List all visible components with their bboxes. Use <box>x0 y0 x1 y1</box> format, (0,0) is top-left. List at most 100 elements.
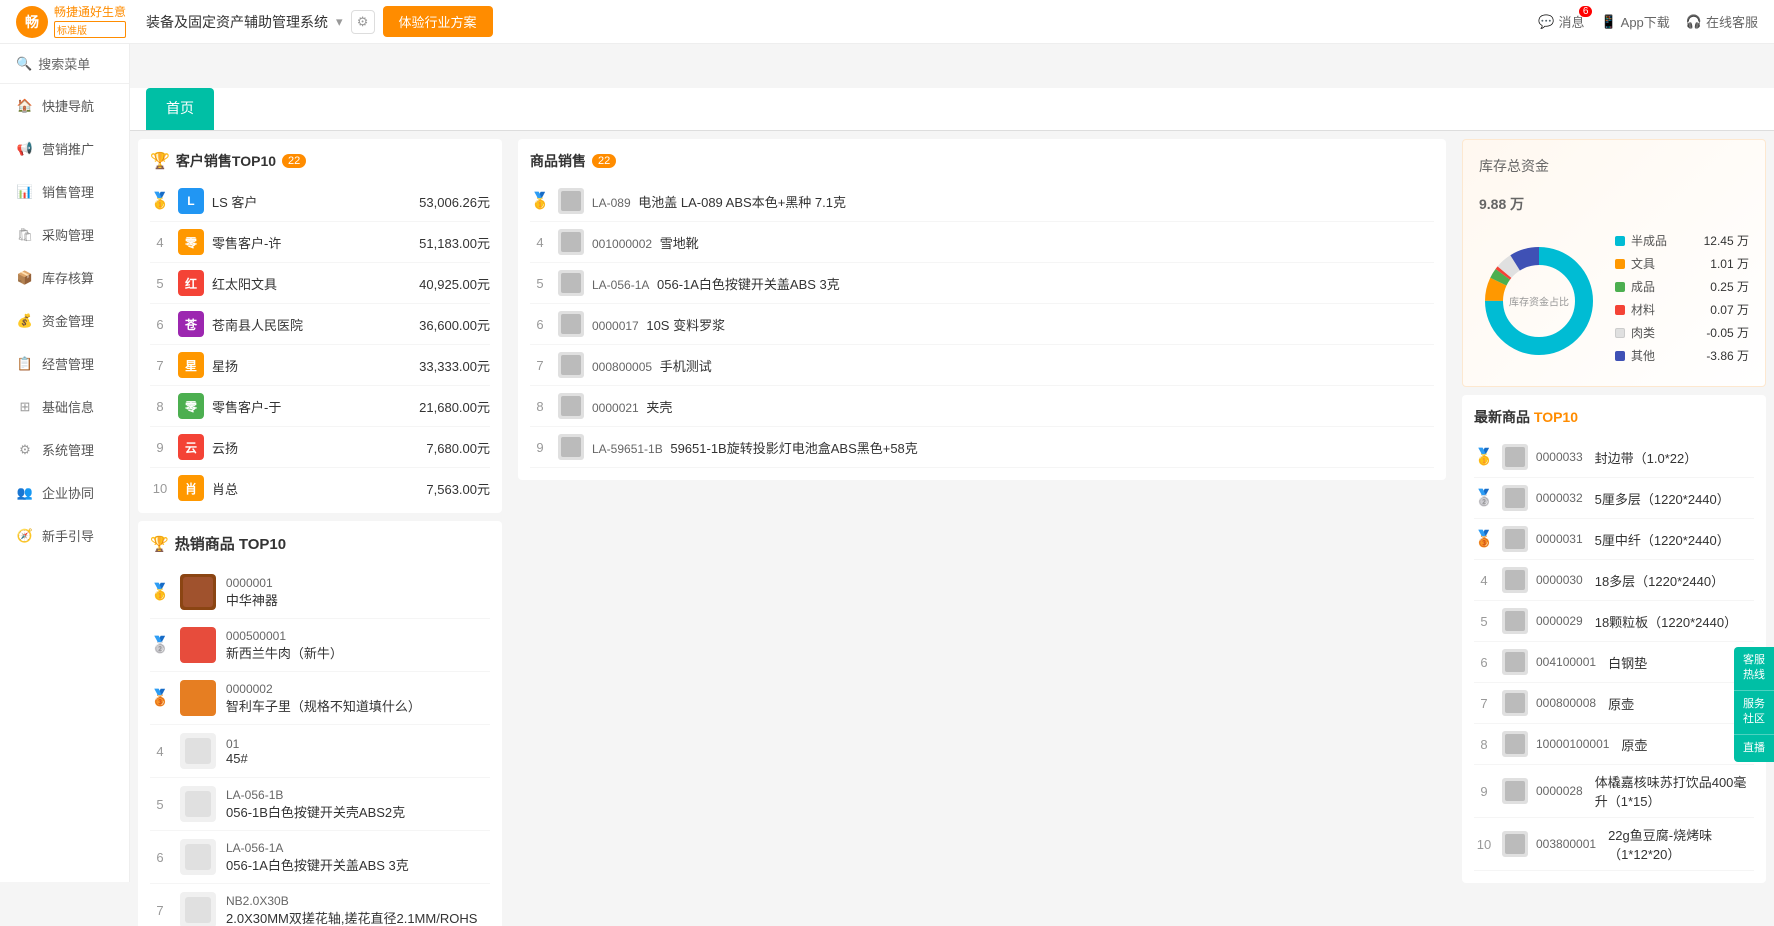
product-code: 0000029 <box>1536 614 1583 628</box>
dropdown-icon[interactable]: ▾ <box>336 14 343 30</box>
inventory-unit: 万 <box>1506 196 1524 212</box>
trial-button[interactable]: 体验行业方案 <box>383 6 493 37</box>
product-code: LA-59651-1B <box>592 442 663 456</box>
sidebar-item-marketing[interactable]: 📢 营销推广 <box>0 127 129 170</box>
customer-value: 36,600.00元 <box>419 315 490 334</box>
customer-name: 红太阳文具 <box>212 274 411 293</box>
header: 畅 畅捷通好生意 标准版 装备及固定资产辅助管理系统 ▾ ⚙ 体验行业方案 💬 … <box>0 0 1774 44</box>
trophy-icon: 🏆 <box>150 151 170 171</box>
chart-container: 库存资金占比 半成品 12.45 万 文具 1.01 万 <box>1479 232 1749 370</box>
sidebar-item-inventory[interactable]: 📦 库存核算 <box>0 256 129 299</box>
product-name: 5厘多层（1220*2440） <box>1595 489 1754 508</box>
customer-top10-title: 客户销售TOP10 <box>176 151 276 171</box>
product-thumb <box>1502 608 1528 634</box>
home-icon: 🏠 <box>16 97 34 115</box>
settings-icon[interactable]: ⚙ <box>351 10 375 34</box>
customer-name: LS 客户 <box>212 192 411 211</box>
product-rank-item: 9 LA-59651-1B 59651-1B旋转投影灯电池盒ABS黑色+58克 <box>530 427 1434 468</box>
legend-label: 肉类 <box>1631 324 1706 341</box>
left-panel: 🏆 客户销售TOP10 22 🥇 L LS 客户 53,006.26元 4 <box>130 131 510 926</box>
product-code: 000500001 <box>226 629 343 643</box>
service-label: 在线客服 <box>1706 12 1758 31</box>
settings-icon: ⚙ <box>16 441 34 459</box>
sidebar-item-guide[interactable]: 🧭 新手引导 <box>0 514 129 557</box>
sidebar-label: 系统管理 <box>42 440 94 459</box>
product-thumb <box>558 229 584 255</box>
product-code: NB2.0X30B <box>226 894 477 908</box>
hot-product-item: 5 LA-056-1B 056-1B白色按键开关壳ABS2克 <box>150 778 490 831</box>
new-product-item: 🥇 0000033 封边带（1.0*22） <box>1474 437 1754 478</box>
product-name: 056-1B白色按键开关壳ABS2克 <box>226 802 405 821</box>
legend-item: 其他 -3.86 万 <box>1615 347 1749 364</box>
rank-number: 7 <box>530 358 550 373</box>
legend-item: 材料 0.07 万 <box>1615 301 1749 318</box>
sidebar-item-finance[interactable]: 💰 资金管理 <box>0 299 129 342</box>
legend-item: 文具 1.01 万 <box>1615 255 1749 272</box>
new-product-item: 8 10000100001 原壶 <box>1474 724 1754 765</box>
middle-panel: 商品销售 22 🥇 LA-089 电池盖 LA-089 ABS本色+黑种 7.1… <box>510 131 1454 926</box>
sidebar-label: 经营管理 <box>42 354 94 373</box>
bronze-medal-icon: 🥉 <box>1474 529 1494 549</box>
sidebar-item-system[interactable]: ⚙ 系统管理 <box>0 428 129 471</box>
community-button[interactable]: 服务社区 <box>1734 691 1774 735</box>
product-code: 0000030 <box>1536 573 1583 587</box>
product-name: 体橇嘉核味苏打饮品400毫升（1*15） <box>1595 772 1754 810</box>
customer-name: 零售客户-许 <box>212 233 411 252</box>
product-name: 59651-1B旋转投影灯电池盒ABS黑色+58克 <box>670 441 917 456</box>
search-menu[interactable]: 🔍 搜索菜单 <box>0 44 129 84</box>
rank-number: 9 <box>530 440 550 455</box>
product-thumb <box>1502 485 1528 511</box>
app-download-button[interactable]: 📱 App下载 <box>1600 12 1669 31</box>
sidebar-item-basic[interactable]: ⊞ 基础信息 <box>0 385 129 428</box>
hot-product-item: 4 01 45# <box>150 725 490 778</box>
sidebar-item-purchase[interactable]: 🛍 采购管理 <box>0 213 129 256</box>
product-rank-item: 4 001000002 雪地靴 <box>530 222 1434 263</box>
product-code: 000800008 <box>1536 696 1596 710</box>
product-name: 22g鱼豆腐-烧烤味（1*12*20） <box>1608 825 1754 863</box>
live-button[interactable]: 直播 <box>1734 735 1774 762</box>
legend-value: 12.45 万 <box>1704 232 1749 249</box>
legend-value: 1.01 万 <box>1710 255 1749 272</box>
sidebar-item-quick-nav[interactable]: 🏠 快捷导航 <box>0 84 129 127</box>
new-products-card: 最新商品 TOP10 🥇 0000033 封边带（1.0*22） 🥈 <box>1462 395 1766 883</box>
hot-product-item: 6 LA-056-1A 056-1A白色按键开关盖ABS 3克 <box>150 831 490 884</box>
logo-icon: 畅 <box>16 6 48 38</box>
customer-name: 肖总 <box>212 479 418 498</box>
product-info: LA-056-1B 056-1B白色按键开关壳ABS2克 <box>226 788 405 821</box>
rank-number: 5 <box>530 276 550 291</box>
product-thumb <box>558 188 584 214</box>
donut-center-label: 库存资金占比 <box>1509 294 1569 309</box>
sidebar-label: 新手引导 <box>42 526 94 545</box>
product-thumb <box>558 352 584 378</box>
chart-legend: 半成品 12.45 万 文具 1.01 万 成品 0.25 万 <box>1615 232 1749 370</box>
sidebar-label: 快捷导航 <box>42 96 94 115</box>
message-button[interactable]: 💬 消息 6 <box>1538 12 1584 31</box>
new-product-item: 7 000800008 原壶 <box>1474 683 1754 724</box>
product-name: 电池盖 LA-089 ABS本色+黑种 7.1克 <box>638 195 846 210</box>
product-thumb <box>558 270 584 296</box>
hot-product-item: 🥉 0000002 智利车子里（规格不知道填什么） <box>150 672 490 725</box>
customer-avatar: L <box>178 188 204 214</box>
content-area: 🏆 客户销售TOP10 22 🥇 L LS 客户 53,006.26元 4 <box>130 131 1774 926</box>
sidebar-item-operation[interactable]: 📋 经营管理 <box>0 342 129 385</box>
rank-number: 5 <box>1474 614 1494 629</box>
legend-label: 成品 <box>1631 278 1710 295</box>
legend-dot <box>1615 259 1625 269</box>
box-icon: 📦 <box>16 269 34 287</box>
product-rank-item: 6 0000017 10S 变料罗浆 <box>530 304 1434 345</box>
sidebar-item-sales[interactable]: 📊 销售管理 <box>0 170 129 213</box>
product-code: 0000021 <box>592 401 639 415</box>
main-content: 首页 🏆 客户销售TOP10 22 🥇 L LS 客户 53,006.2 <box>130 88 1774 926</box>
search-icon: 🔍 <box>16 56 32 72</box>
service-button[interactable]: 🎧 在线客服 <box>1686 12 1758 31</box>
customer-avatar: 苍 <box>178 311 204 337</box>
bag-icon: 🛍 <box>16 226 34 244</box>
product-info: LA-59651-1B 59651-1B旋转投影灯电池盒ABS黑色+58克 <box>592 438 1434 457</box>
tab-home[interactable]: 首页 <box>146 88 214 130</box>
customer-service-button[interactable]: 客服热线 <box>1734 647 1774 691</box>
sidebar-label: 企业协同 <box>42 483 94 502</box>
sidebar-item-company[interactable]: 👥 企业协同 <box>0 471 129 514</box>
hot-products-title: 🏆 热销商品 TOP10 <box>150 533 490 554</box>
new-product-item: 🥉 0000031 5厘中纤（1220*2440） <box>1474 519 1754 560</box>
tab-bar: 首页 <box>130 88 1774 131</box>
